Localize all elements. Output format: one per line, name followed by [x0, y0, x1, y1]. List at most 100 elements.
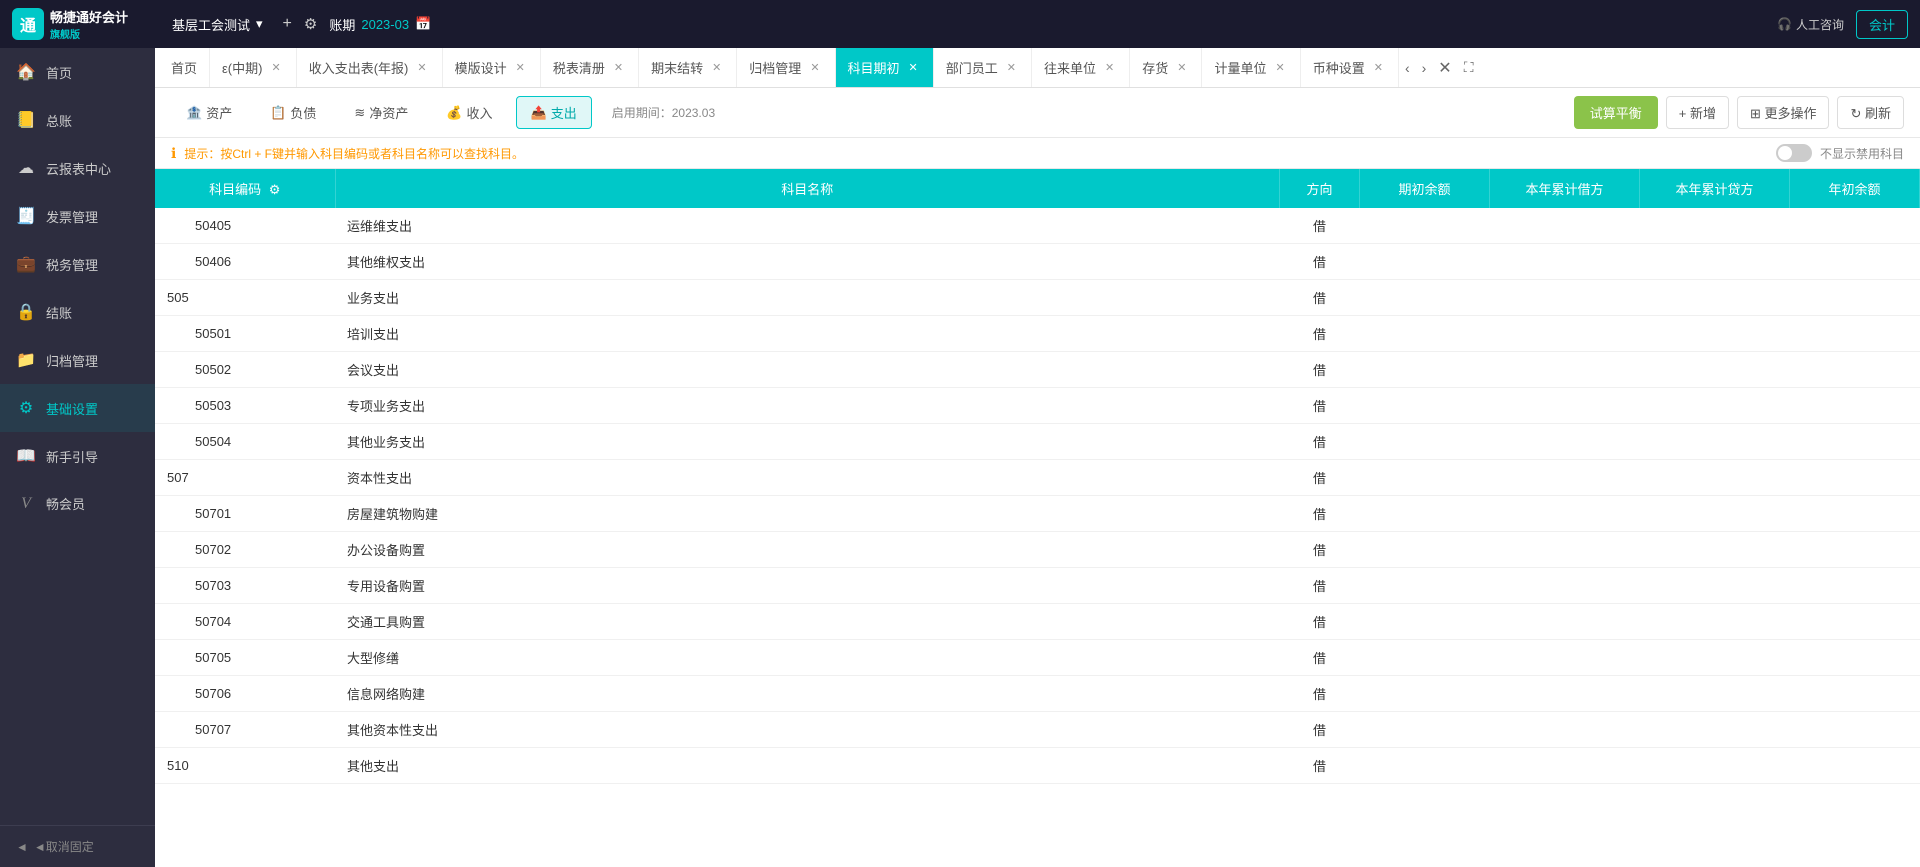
filter-tab-equity[interactable]: ≋ 净资产: [339, 96, 423, 129]
tax-icon: 💼: [16, 254, 36, 274]
tab-close-icon[interactable]: ✕: [906, 60, 921, 75]
table-row[interactable]: 50503专项业务支出借: [155, 388, 1920, 424]
table-row[interactable]: 50504其他业务支出借: [155, 424, 1920, 460]
tab-prev-btn[interactable]: ‹: [1399, 60, 1416, 76]
filter-tab-expense[interactable]: 📤 支出: [516, 96, 592, 129]
tab-close-icon[interactable]: ✕: [1371, 60, 1386, 75]
table-body: 50405运维维支出借50406其他维权支出借505业务支出借50501培训支出…: [155, 208, 1920, 784]
sidebar-item-closing[interactable]: 🔒 结账: [0, 288, 155, 336]
sidebar-item-label: 总账: [46, 111, 72, 130]
sidebar-item-home[interactable]: 🏠 首页: [0, 48, 155, 96]
toggle-area: 不显示禁用科目: [1776, 144, 1904, 162]
add-button[interactable]: + 新增: [1666, 96, 1729, 129]
table-row[interactable]: 50501培训支出借: [155, 316, 1920, 352]
logo-main: 畅捷通好会计: [50, 7, 128, 26]
collapse-label: ◄取消固定: [34, 838, 94, 855]
sidebar-collapse-btn[interactable]: ◄ ◄取消固定: [0, 825, 155, 867]
sidebar-item-label: 新手引导: [46, 447, 98, 466]
table-row[interactable]: 50701房屋建筑物购建借: [155, 496, 1920, 532]
invoice-icon: 🧾: [16, 206, 36, 226]
th-name: 科目名称: [335, 169, 1280, 208]
balance-button[interactable]: 试算平衡: [1574, 96, 1658, 129]
filter-tab-label: 净资产: [369, 103, 408, 122]
tab-template[interactable]: 模版设计 ✕: [443, 48, 541, 88]
sidebar-item-tax[interactable]: 💼 税务管理: [0, 240, 155, 288]
tab-label: 首页: [171, 58, 197, 77]
company-selector[interactable]: 基层工会测试 ▾: [164, 11, 271, 38]
table-row[interactable]: 50405运维维支出借: [155, 208, 1920, 244]
lock-icon: 🔒: [16, 302, 36, 322]
sub-content: 🏦 资产 📋 负债 ≋ 净资产 💰 收入 📤 支出: [155, 88, 1920, 867]
sidebar-item-member[interactable]: V 畅会员: [0, 480, 155, 527]
table-row[interactable]: 507资本性支出借: [155, 460, 1920, 496]
table-row[interactable]: 505业务支出借: [155, 280, 1920, 316]
tab-close-icon[interactable]: ✕: [1174, 60, 1189, 75]
tab-expand-btn[interactable]: ⛶: [1458, 59, 1480, 76]
tab-subject-init[interactable]: 科目期初 ✕: [836, 48, 934, 88]
table-row[interactable]: 50502会议支出借: [155, 352, 1920, 388]
tab-period-end[interactable]: 期末结转 ✕: [639, 48, 737, 88]
tab-inventory[interactable]: 存货 ✕: [1130, 48, 1202, 88]
sidebar-item-label: 首页: [46, 63, 72, 82]
column-settings-icon[interactable]: ⚙: [269, 182, 281, 197]
action-buttons: 试算平衡 + 新增 ⊞ 更多操作 ↻ 刷新: [1574, 96, 1904, 129]
sidebar-item-ledger[interactable]: 📒 总账: [0, 96, 155, 144]
table-row[interactable]: 50707其他资本性支出借: [155, 712, 1920, 748]
logo-icon: 通: [12, 8, 44, 40]
tab-close-icon[interactable]: ✕: [611, 60, 626, 75]
tab-income-year[interactable]: 收入支出表(年报) ✕: [297, 48, 443, 88]
table-row[interactable]: 50706信息网络购建借: [155, 676, 1920, 712]
filter-tab-label: 资产: [206, 103, 232, 122]
table-row[interactable]: 50704交通工具购置借: [155, 604, 1920, 640]
table-header-row: 科目编码 ⚙ 科目名称 方向 期初余额 本年累计借方 本年累计贷方 年初余额: [155, 169, 1920, 208]
period-info-label: 启用期间：2023.03: [612, 104, 715, 121]
accountant-button[interactable]: 会计: [1856, 10, 1908, 39]
table-row[interactable]: 50406其他维权支出借: [155, 244, 1920, 280]
tab-close-icon[interactable]: ✕: [1004, 60, 1019, 75]
add-tab-icon[interactable]: +: [283, 15, 292, 33]
period-label: 账期: [329, 15, 355, 34]
refresh-button[interactable]: ↻ 刷新: [1837, 96, 1904, 129]
sidebar-item-archive[interactable]: 📁 归档管理: [0, 336, 155, 384]
tab-archive[interactable]: 归档管理 ✕: [737, 48, 835, 88]
more-button[interactable]: ⊞ 更多操作: [1737, 96, 1830, 129]
table-wrapper: 科目编码 ⚙ 科目名称 方向 期初余额 本年累计借方 本年累计贷方 年初余额 5: [155, 169, 1920, 867]
tab-close-icon[interactable]: ✕: [414, 60, 429, 75]
tab-unit[interactable]: 计量单位 ✕: [1202, 48, 1300, 88]
book-icon: 📖: [16, 446, 36, 466]
top-header: 通 畅捷通好会计 旗舰版 基层工会测试 ▾ + ⚙ 账期 2023-03 📅 🎧…: [0, 0, 1920, 48]
tab-close-icon[interactable]: ✕: [268, 60, 283, 75]
tab-next-btn[interactable]: ›: [1416, 60, 1433, 76]
filter-tab-liability[interactable]: 📋 负债: [255, 96, 331, 129]
filter-tab-income[interactable]: 💰 收入: [431, 96, 507, 129]
sidebar-item-invoice[interactable]: 🧾 发票管理: [0, 192, 155, 240]
tab-dept-staff[interactable]: 部门员工 ✕: [934, 48, 1032, 88]
tab-close-icon[interactable]: ✕: [807, 60, 822, 75]
tab-close-icon[interactable]: ✕: [1102, 60, 1117, 75]
disable-toggle[interactable]: [1776, 144, 1812, 162]
customer-service-label: 人工咨询: [1796, 16, 1844, 33]
sidebar-item-reports[interactable]: ☁ 云报表中心: [0, 144, 155, 192]
tab-currency[interactable]: 币种设置 ✕: [1301, 48, 1399, 88]
tab-home[interactable]: 首页: [159, 48, 210, 88]
table-row[interactable]: 50702办公设备购置借: [155, 532, 1920, 568]
tab-close-icon[interactable]: ✕: [1272, 60, 1287, 75]
tab-counterparty[interactable]: 往来单位 ✕: [1032, 48, 1130, 88]
tab-close-icon[interactable]: ✕: [513, 60, 528, 75]
table-row[interactable]: 50705大型修缮借: [155, 640, 1920, 676]
tab-label: ε(中期): [222, 58, 262, 77]
tab-close-all-btn[interactable]: ✕: [1432, 58, 1457, 78]
table-row[interactable]: 50703专用设备购置借: [155, 568, 1920, 604]
filter-tab-asset[interactable]: 🏦 资产: [171, 96, 247, 129]
sidebar-item-guide[interactable]: 📖 新手引导: [0, 432, 155, 480]
gear-icon: ⚙: [16, 398, 36, 418]
tab-balance-mid[interactable]: ε(中期) ✕: [210, 48, 297, 88]
customer-service-btn[interactable]: 🎧 人工咨询: [1777, 16, 1844, 33]
tab-tax-clear[interactable]: 税表清册 ✕: [541, 48, 639, 88]
settings-icon[interactable]: ⚙: [304, 15, 317, 33]
tab-close-icon[interactable]: ✕: [709, 60, 724, 75]
table-row[interactable]: 510其他支出借: [155, 748, 1920, 784]
calendar-icon[interactable]: 📅: [415, 16, 431, 32]
toggle-label-text: 不显示禁用科目: [1820, 145, 1904, 162]
sidebar-item-settings[interactable]: ⚙ 基础设置: [0, 384, 155, 432]
